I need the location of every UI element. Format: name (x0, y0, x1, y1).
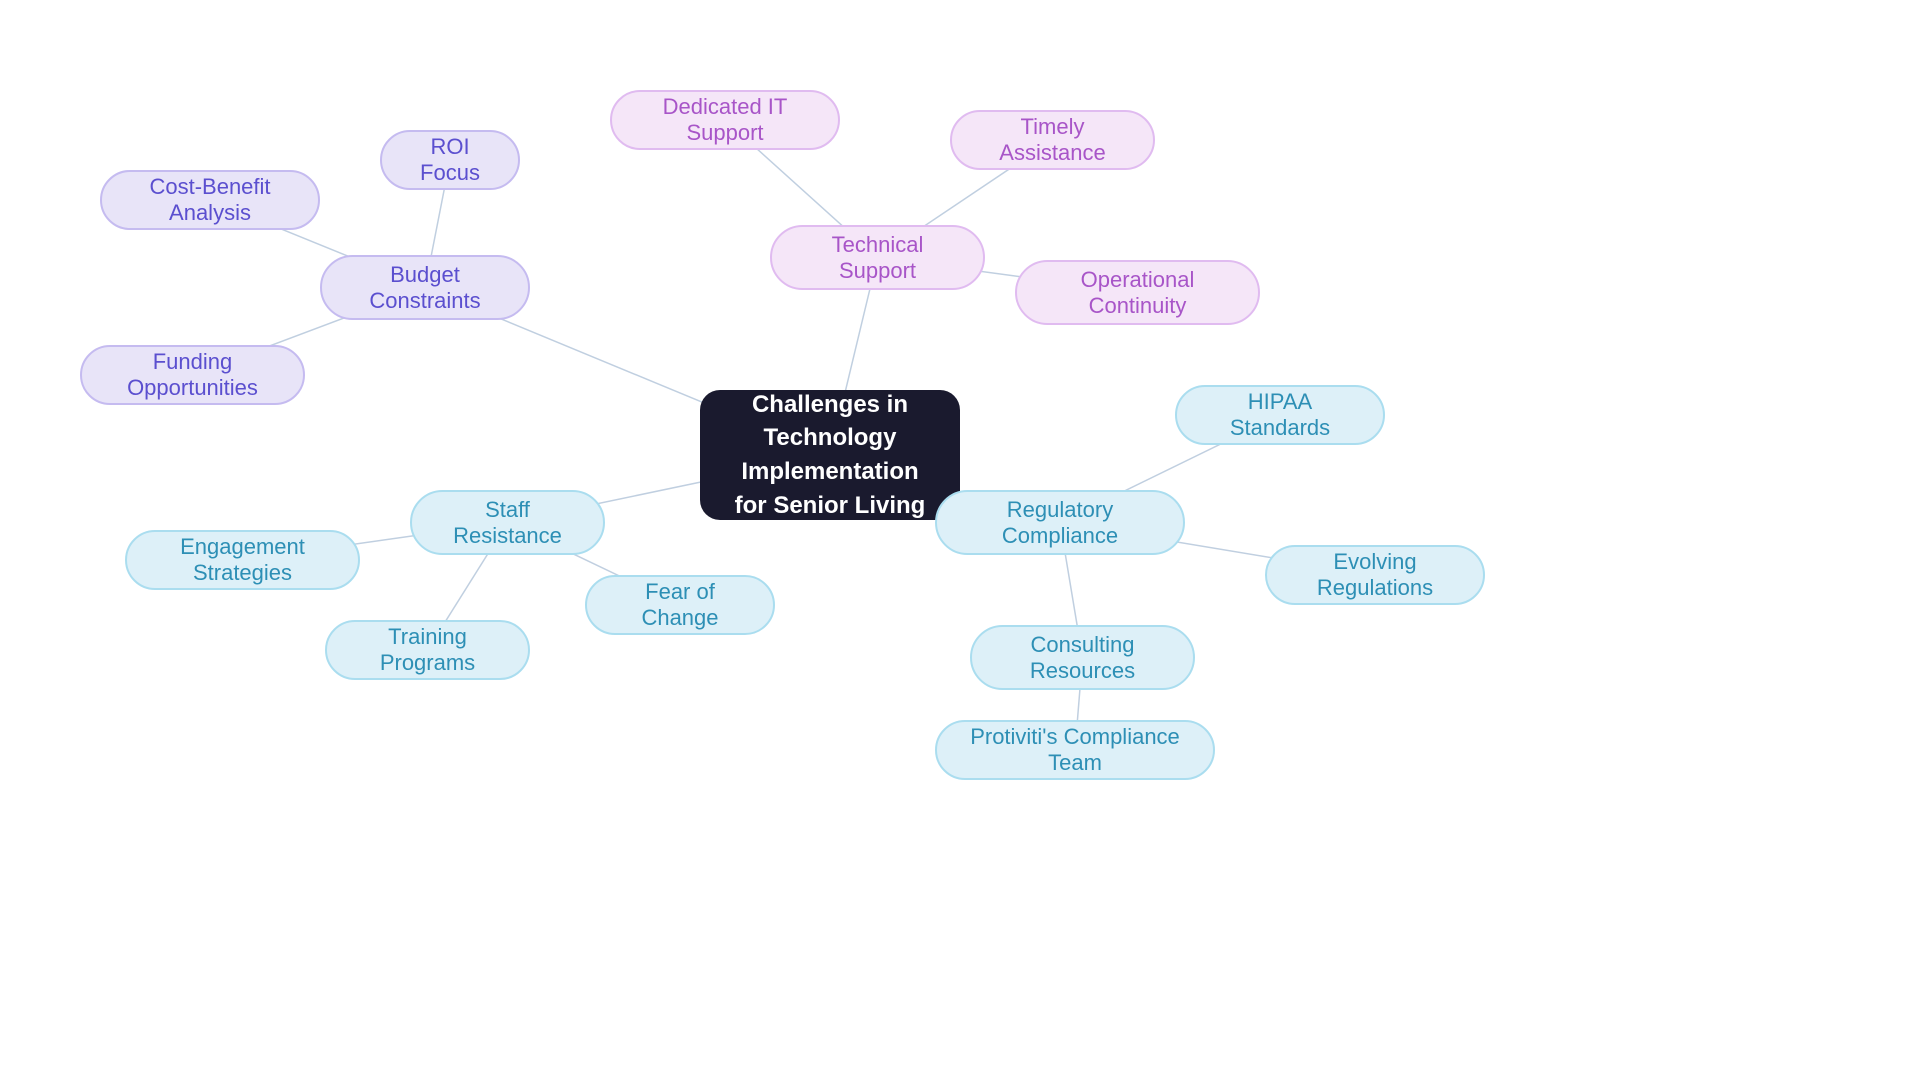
node-fear[interactable]: Fear of Change (585, 575, 775, 635)
node-staff[interactable]: Staff Resistance (410, 490, 605, 555)
node-funding[interactable]: Funding Opportunities (80, 345, 305, 405)
node-timely[interactable]: Timely Assistance (950, 110, 1155, 170)
node-evolving[interactable]: Evolving Regulations (1265, 545, 1485, 605)
node-protiviti[interactable]: Protiviti's Compliance Team (935, 720, 1215, 780)
node-engagement[interactable]: Engagement Strategies (125, 530, 360, 590)
node-dedicated[interactable]: Dedicated IT Support (610, 90, 840, 150)
node-hipaa[interactable]: HIPAA Standards (1175, 385, 1385, 445)
node-consulting[interactable]: Consulting Resources (970, 625, 1195, 690)
node-budget[interactable]: Budget Constraints (320, 255, 530, 320)
node-operational[interactable]: Operational Continuity (1015, 260, 1260, 325)
node-cost[interactable]: Cost-Benefit Analysis (100, 170, 320, 230)
center-node[interactable]: Challenges in Technology Implementation … (700, 390, 960, 520)
mindmap-canvas: Challenges in Technology Implementation … (0, 0, 1920, 1083)
node-regulatory[interactable]: Regulatory Compliance (935, 490, 1185, 555)
node-roi[interactable]: ROI Focus (380, 130, 520, 190)
node-training[interactable]: Training Programs (325, 620, 530, 680)
node-tech[interactable]: Technical Support (770, 225, 985, 290)
